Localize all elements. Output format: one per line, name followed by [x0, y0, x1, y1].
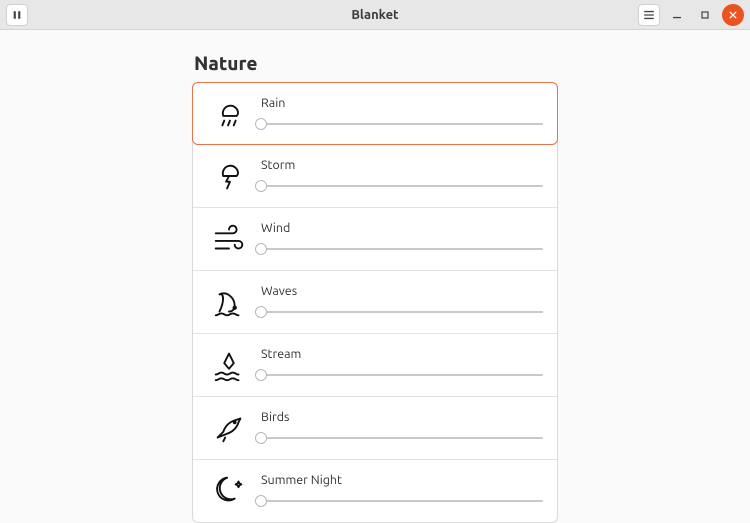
sound-row-rain[interactable]: Rain	[192, 82, 558, 145]
slider-handle[interactable]	[255, 180, 267, 192]
sound-body: Rain	[261, 96, 543, 132]
volume-slider[interactable]	[261, 430, 543, 446]
content-area: Nature Rain Storm Wind Waves Stream Birds Summ…	[0, 30, 750, 523]
slider-handle[interactable]	[255, 306, 267, 318]
sound-label: Waves	[261, 284, 543, 298]
slider-handle[interactable]	[255, 118, 267, 130]
sound-label: Stream	[261, 347, 543, 361]
volume-slider[interactable]	[261, 241, 543, 257]
sound-body: Stream	[261, 347, 543, 383]
hamburger-menu-button[interactable]	[638, 4, 660, 26]
minimize-button[interactable]	[666, 4, 688, 26]
sound-label: Summer Night	[261, 473, 543, 487]
sound-body: Waves	[261, 284, 543, 320]
slider-handle[interactable]	[255, 432, 267, 444]
sound-label: Rain	[261, 96, 543, 110]
sound-body: Birds	[261, 410, 543, 446]
sound-label: Wind	[261, 221, 543, 235]
slider-handle[interactable]	[255, 369, 267, 381]
rain-icon	[207, 92, 251, 136]
sound-row-waves[interactable]: Waves	[193, 270, 557, 333]
sound-label: Storm	[261, 158, 543, 172]
sound-label: Birds	[261, 410, 543, 424]
volume-slider[interactable]	[261, 178, 543, 194]
stream-icon	[207, 343, 251, 387]
titlebar: Blanket	[0, 0, 750, 30]
birds-icon	[207, 406, 251, 450]
close-button[interactable]	[722, 4, 744, 26]
waves-icon	[207, 280, 251, 324]
volume-slider[interactable]	[261, 493, 543, 509]
maximize-button[interactable]	[694, 4, 716, 26]
wind-icon	[207, 217, 251, 261]
sound-row-summer-night[interactable]: Summer Night	[193, 459, 557, 522]
volume-slider[interactable]	[261, 304, 543, 320]
slider-handle[interactable]	[255, 243, 267, 255]
sound-row-birds[interactable]: Birds	[193, 396, 557, 459]
sound-body: Summer Night	[261, 473, 543, 509]
slider-handle[interactable]	[255, 495, 267, 507]
summer-night-icon	[207, 469, 251, 513]
sound-row-storm[interactable]: Storm	[193, 144, 557, 207]
volume-slider[interactable]	[261, 116, 543, 132]
sound-body: Wind	[261, 221, 543, 257]
section-title: Nature	[194, 52, 558, 74]
storm-icon	[207, 154, 251, 198]
pause-button[interactable]	[6, 4, 28, 26]
sound-body: Storm	[261, 158, 543, 194]
sound-row-stream[interactable]: Stream	[193, 333, 557, 396]
volume-slider[interactable]	[261, 367, 543, 383]
sound-list: Rain Storm Wind Waves Stream Birds Summer Nigh…	[192, 82, 558, 523]
sound-row-wind[interactable]: Wind	[193, 207, 557, 270]
